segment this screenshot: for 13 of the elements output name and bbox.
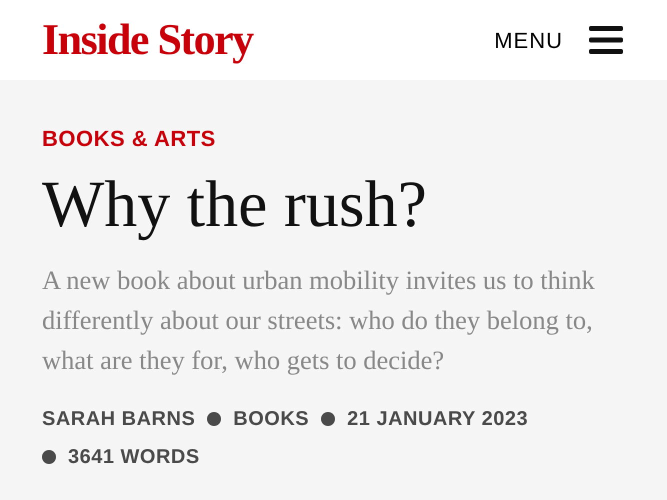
meta-item: 21 JANUARY 2023	[347, 407, 528, 432]
bullet-icon	[321, 412, 336, 426]
bullet-icon	[42, 450, 56, 464]
site-logo[interactable]: Inside Story	[42, 18, 253, 62]
author-name[interactable]: SARAH BARNS	[42, 400, 196, 438]
article-title: Why the rush?	[42, 172, 428, 238]
meta-item: 3641 WORDS	[68, 445, 200, 470]
menu-icon	[589, 26, 623, 54]
bullet-icon	[207, 412, 222, 426]
section-link[interactable]: BOOKS & ARTS	[42, 128, 625, 150]
menu-button[interactable]: MENU	[494, 24, 623, 56]
article-standfirst: A new book about urban mobility invites us to think differently about our streets: who do they belong to, what are they for, who gets to decide?	[42, 264, 596, 377]
meta-item: BOOKS	[233, 407, 310, 432]
